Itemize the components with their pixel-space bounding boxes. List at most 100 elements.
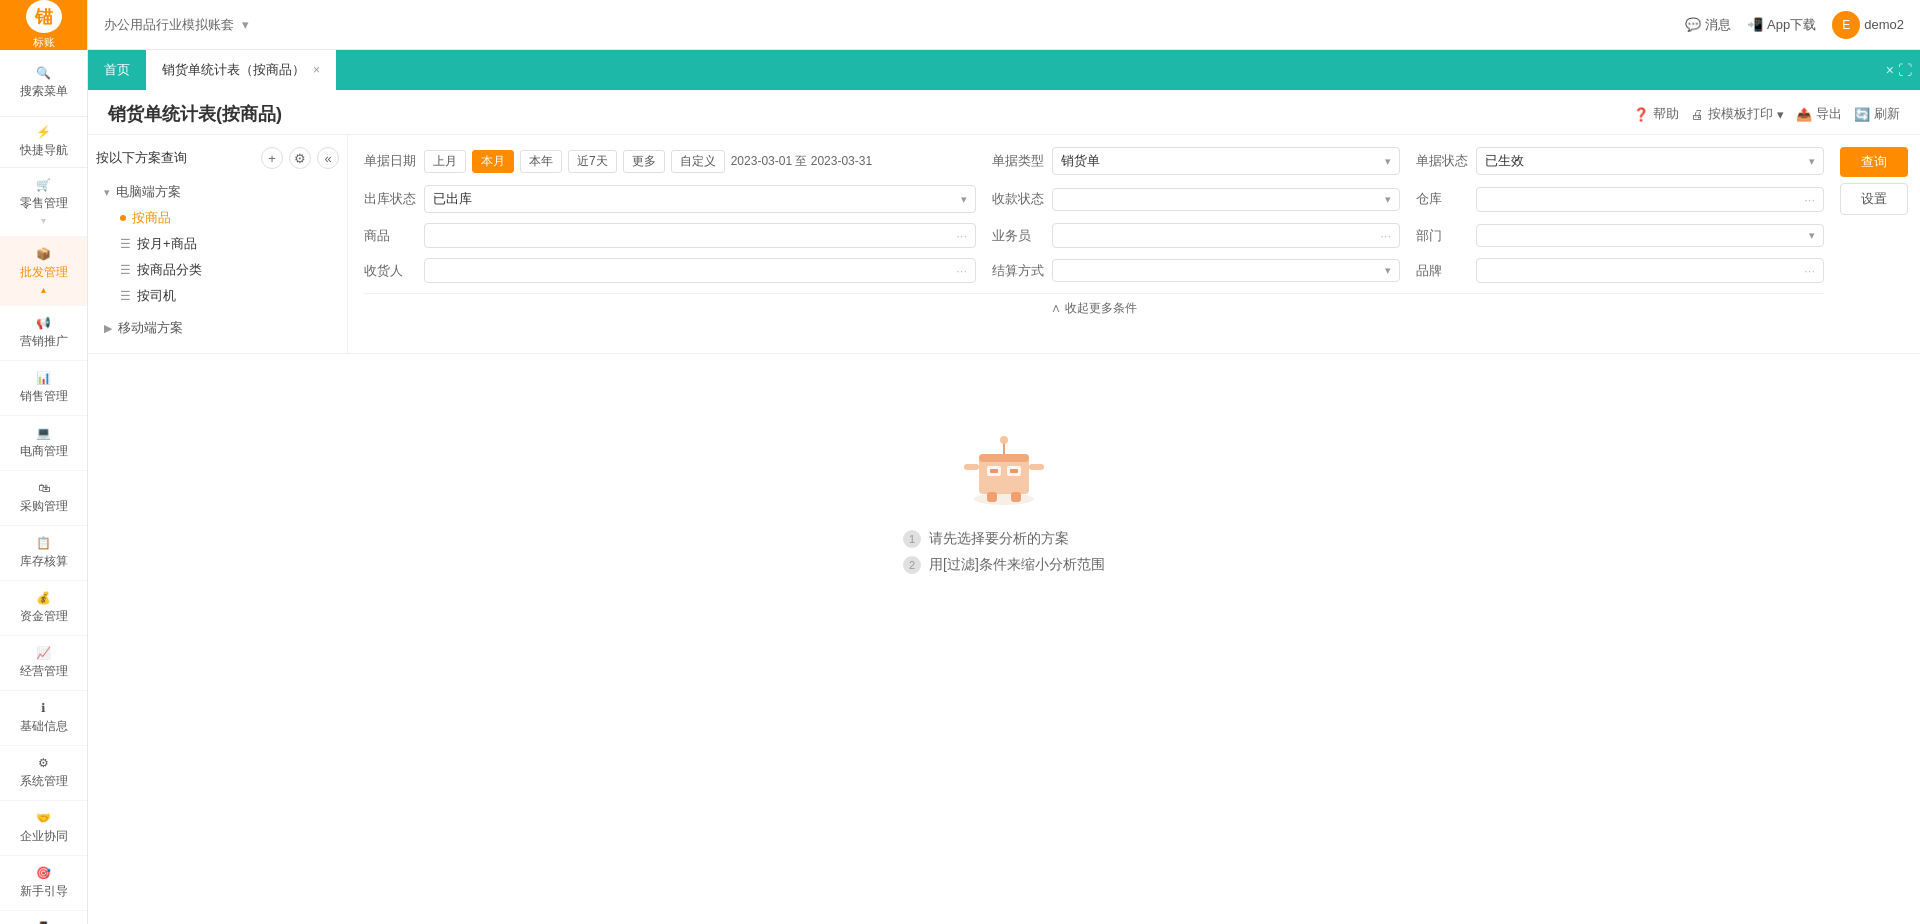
tab-home[interactable]: 首页: [88, 50, 146, 90]
date-btn-more[interactable]: 更多: [623, 150, 665, 173]
collect-status-select[interactable]: ▾: [1052, 188, 1400, 211]
tip-num-1: 1: [903, 530, 921, 548]
export-btn[interactable]: 📤 导出: [1796, 105, 1842, 123]
svg-point-8: [1000, 436, 1008, 444]
sidebar-item-corp-collab[interactable]: 🤝 企业协同: [0, 801, 87, 856]
date-btn-this-month[interactable]: 本月: [472, 150, 514, 173]
sidebar-item-inventory[interactable]: 📋 库存核算: [0, 526, 87, 581]
message-btn[interactable]: 💬 消息: [1685, 16, 1731, 34]
doc-type-select[interactable]: 销货单 ▾: [1052, 147, 1400, 175]
add-scheme-btn[interactable]: +: [261, 147, 283, 169]
left-panel-title: 按以下方案查询: [96, 149, 187, 167]
system-icon: ⚙: [38, 756, 49, 770]
sidebar-item-retail[interactable]: 🛒 零售管理 ▾: [0, 168, 87, 237]
logo[interactable]: 锚 标账: [0, 0, 87, 50]
quick-nav-btn[interactable]: ⚡ 快捷导航: [0, 117, 87, 168]
sidebar-item-finance[interactable]: 💰 资金管理: [0, 581, 87, 636]
list-icon-1: ☰: [120, 237, 131, 251]
date-range: 2023-03-01 至 2023-03-31: [731, 153, 872, 170]
out-status-arrow-icon: ▾: [961, 193, 967, 206]
sidebar-item-basics[interactable]: ℹ 基础信息: [0, 691, 87, 746]
settings-scheme-btn[interactable]: ⚙: [289, 147, 311, 169]
receiver-label: 收货人: [364, 262, 416, 280]
sidebar-item-purchase[interactable]: 🛍 采购管理: [0, 471, 87, 526]
setting-btn[interactable]: 设置: [1840, 183, 1908, 215]
query-btn[interactable]: 查询: [1840, 147, 1908, 177]
search-icon: 🔍: [36, 66, 51, 80]
left-panel-header: 按以下方案查询 + ⚙ «: [96, 147, 339, 169]
tree-item-by-goods-cat[interactable]: ☰ 按商品分类: [112, 257, 339, 283]
salesperson-input[interactable]: ···: [1052, 223, 1400, 248]
receiver-input[interactable]: ···: [424, 258, 976, 283]
filter-and-btns: 单据日期 上月 本月 本年 近7天 更多 自定义: [348, 135, 1920, 353]
tree-group-pc[interactable]: ▾ 电脑端方案: [96, 179, 339, 205]
tab-actions: × ⛶: [1886, 62, 1920, 78]
empty-tip-2: 2 用[过滤]条件来缩小分析范围: [903, 556, 1105, 574]
tree-item-by-goods[interactable]: 按商品: [112, 205, 339, 231]
ecommerce-icon: 💻: [36, 426, 51, 440]
salesperson-dots[interactable]: ···: [1380, 228, 1391, 243]
app-download-btn[interactable]: 📲 App下载: [1747, 16, 1816, 34]
collapse-panel-btn[interactable]: «: [317, 147, 339, 169]
tab-maximize-icon[interactable]: ⛶: [1898, 62, 1912, 78]
tab-sales-stat[interactable]: 销货单统计表（按商品） ×: [146, 50, 336, 90]
help-btn[interactable]: ❓ 帮助: [1633, 105, 1679, 123]
breadcrumb-arrow-icon[interactable]: ▾: [242, 17, 249, 32]
refresh-btn[interactable]: 🔄 刷新: [1854, 105, 1900, 123]
filter-row-4: 收货人 ··· 结算方式: [364, 258, 1824, 283]
doc-type-control: 销货单 ▾: [1052, 147, 1400, 175]
date-filter: 单据日期 上月 本月 本年 近7天 更多 自定义: [364, 150, 976, 173]
doc-status-select[interactable]: 已生效 ▾: [1476, 147, 1824, 175]
sidebar-item-system[interactable]: ⚙ 系统管理: [0, 746, 87, 801]
department-control: ▾: [1476, 224, 1824, 247]
date-btn-7days[interactable]: 近7天: [568, 150, 617, 173]
date-btn-last-month[interactable]: 上月: [424, 150, 466, 173]
out-status-select[interactable]: 已出库 ▾: [424, 185, 976, 213]
sidebar-item-operations[interactable]: 📈 经营管理: [0, 636, 87, 691]
tree-item-by-driver[interactable]: ☰ 按司机: [112, 283, 339, 309]
goods-dots[interactable]: ···: [956, 228, 967, 243]
salesperson-label: 业务员: [992, 227, 1044, 245]
purchase-icon: 🛍: [38, 481, 50, 495]
department-select[interactable]: ▾: [1476, 224, 1824, 247]
sidebar-item-sales[interactable]: 📊 销售管理: [0, 361, 87, 416]
sidebar-item-guide[interactable]: 🎯 新手引导: [0, 856, 87, 911]
payment-arrow-icon: ▾: [1385, 264, 1391, 277]
payment-select[interactable]: ▾: [1052, 259, 1400, 282]
sales-icon: 📊: [36, 371, 51, 385]
brand-input[interactable]: ···: [1476, 258, 1824, 283]
user-menu[interactable]: E demo2: [1832, 11, 1904, 39]
brand-dots[interactable]: ···: [1804, 263, 1815, 278]
mobile-group-label: 移动端方案: [118, 319, 183, 337]
date-btn-this-year[interactable]: 本年: [520, 150, 562, 173]
brand-control: ···: [1476, 258, 1824, 283]
page-actions: ❓ 帮助 🖨 按模板打印 ▾ 📤 导出 🔄 刷新: [1633, 105, 1900, 123]
warehouse-input[interactable]: ···: [1476, 187, 1824, 212]
sidebar-item-app-center[interactable]: 📱 应用中心: [0, 911, 87, 924]
left-panel: 按以下方案查询 + ⚙ « ▾ 电脑端方案 按商品: [88, 135, 348, 353]
tree-group-mobile[interactable]: ▶ 移动端方案: [96, 315, 339, 341]
print-btn[interactable]: 🖨 按模板打印 ▾: [1691, 105, 1784, 123]
top-header: 办公用品行业模拟账套 ▾ 💬 消息 📲 App下载 E demo2: [88, 0, 1920, 50]
search-menu-btn[interactable]: 🔍 搜索菜单: [0, 58, 87, 108]
sidebar-item-marketing[interactable]: 📢 营销推广: [0, 306, 87, 361]
sidebar-search[interactable]: 🔍 搜索菜单: [0, 50, 87, 117]
sidebar-item-ecommerce[interactable]: 💻 电商管理: [0, 416, 87, 471]
warehouse-dots[interactable]: ···: [1804, 192, 1815, 207]
collect-status-arrow-icon: ▾: [1385, 193, 1391, 206]
goods-input[interactable]: ···: [424, 223, 976, 248]
right-section: 单据日期 上月 本月 本年 近7天 更多 自定义: [348, 135, 1920, 353]
receiver-dots[interactable]: ···: [956, 263, 967, 278]
empty-tips: 1 请先选择要分析的方案 2 用[过滤]条件来缩小分析范围: [903, 530, 1105, 574]
svg-rect-6: [1010, 469, 1018, 473]
tree-item-by-month-goods[interactable]: ☰ 按月+商品: [112, 231, 339, 257]
marketing-icon: 📢: [36, 316, 51, 330]
collect-status-control: ▾: [1052, 188, 1400, 211]
sidebar-item-wholesale[interactable]: 📦 批发管理 ▴: [0, 237, 87, 306]
collapse-filters-btn[interactable]: ∧ 收起更多条件: [364, 293, 1824, 323]
date-btn-custom[interactable]: 自定义: [671, 150, 725, 173]
tab-close-icon[interactable]: ×: [313, 63, 320, 77]
doc-type-value: 销货单: [1061, 152, 1100, 170]
tab-minimize-icon[interactable]: ×: [1886, 62, 1894, 78]
list-icon-3: ☰: [120, 289, 131, 303]
